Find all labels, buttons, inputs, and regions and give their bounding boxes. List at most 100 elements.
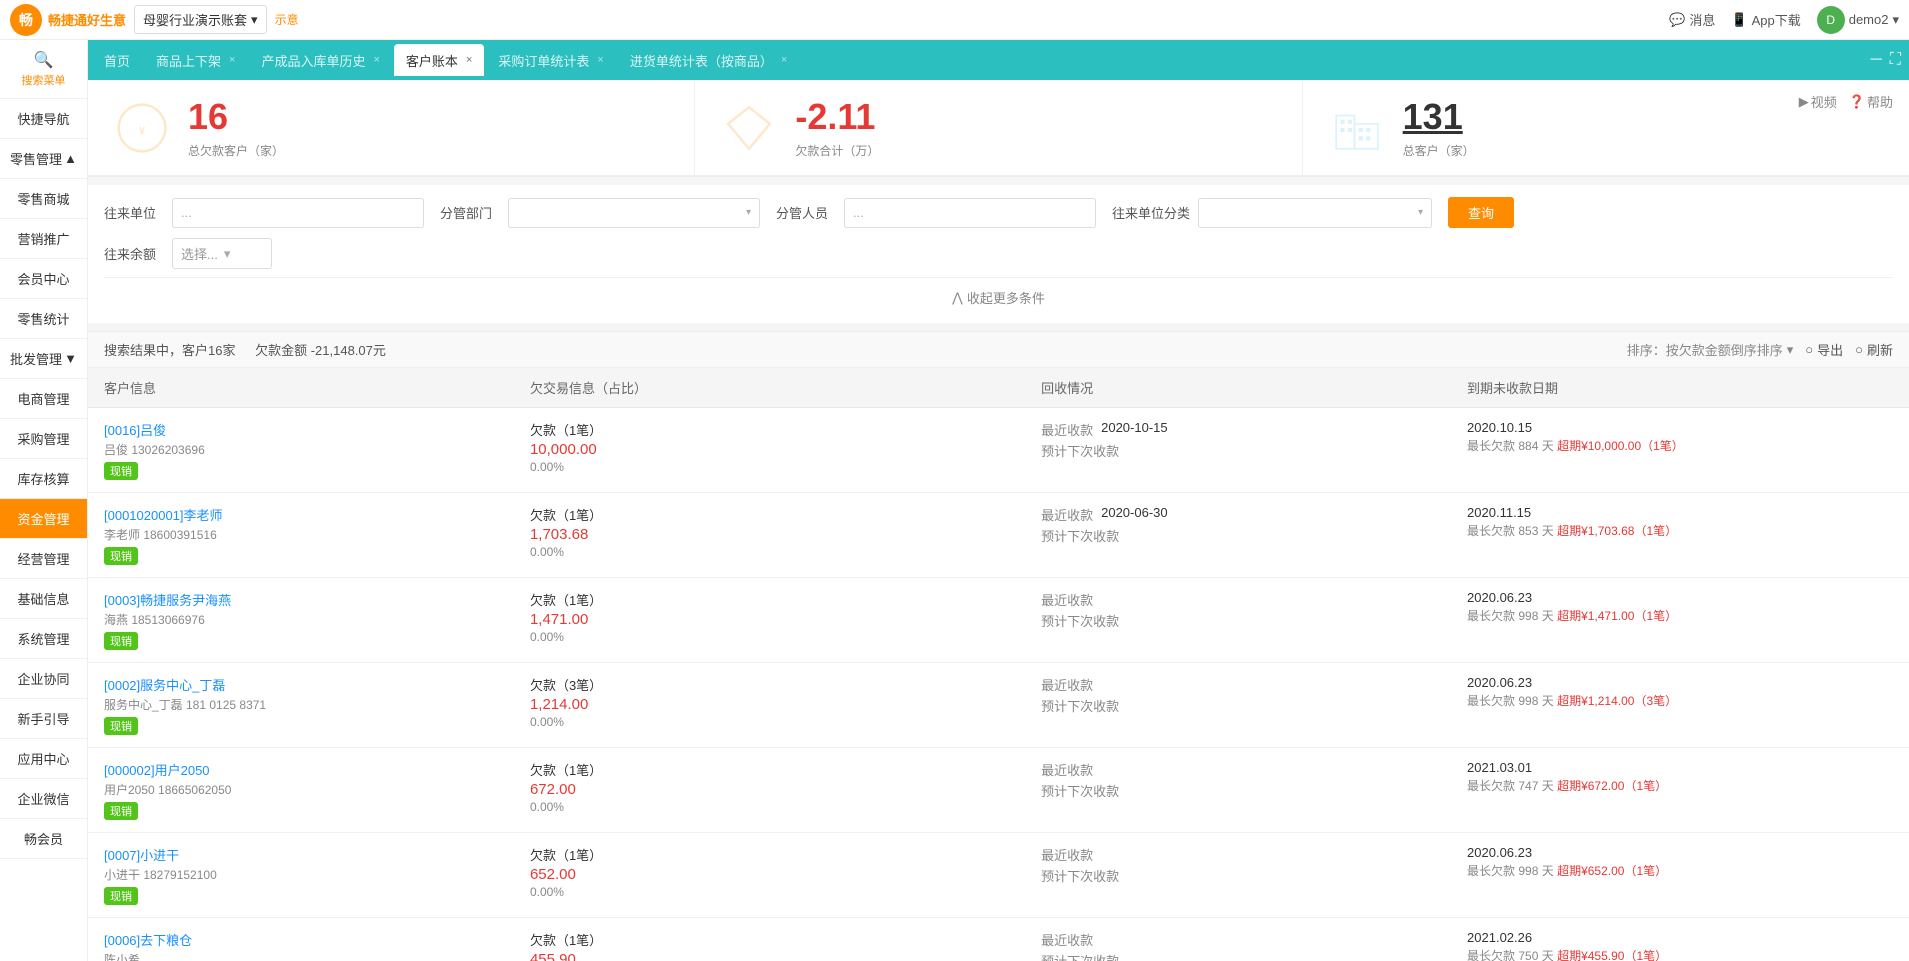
sidebar-item-enterprise-wechat[interactable]: 企业微信 xyxy=(0,779,87,819)
debt-info-0: 欠款（1笔） 10,000.00 0.00% xyxy=(530,420,1041,474)
overdue-amount-2[interactable]: 超期¥1,471.00（1笔） xyxy=(1557,609,1677,623)
play-icon: ▶ xyxy=(1799,94,1809,110)
unit-category-filter: 往来单位分类 ▾ xyxy=(1112,198,1432,228)
tab-customer-account[interactable]: 客户账本 × xyxy=(394,44,484,76)
table-row: [0006]去下粮仓 陈小希 现销 欠款（1笔） 455.90 0.00% 最近… xyxy=(88,918,1909,961)
results-summary: 搜索结果中，客户16家 欠款金额 -21,148.07元 排序：按欠款金额倒序排… xyxy=(88,331,1909,368)
customer-name-1[interactable]: [0001020001]李老师 xyxy=(104,505,530,524)
sort-select[interactable]: 排序：按欠款金额倒序排序 ▾ xyxy=(1627,340,1794,359)
sidebar-item-quick-nav[interactable]: 快捷导航 xyxy=(0,99,87,139)
source-unit-input[interactable]: ... xyxy=(172,198,424,228)
overdue-info-1: 2020.11.15 最长欠款 853 天 超期¥1,703.68（1笔） xyxy=(1467,505,1893,539)
recovery-last-4: 最近收款 xyxy=(1041,760,1467,779)
building-icon xyxy=(1327,98,1387,158)
debt-percent-1: 0.00% xyxy=(530,545,1041,559)
debt-info-6: 欠款（1笔） 455.90 0.00% xyxy=(530,930,1041,961)
sidebar-item-new-guide[interactable]: 新手引导 xyxy=(0,699,87,739)
app-download-button[interactable]: 📱 App下载 xyxy=(1731,10,1800,29)
tab-product-shelf[interactable]: 商品上下架 × xyxy=(144,44,247,76)
help-btn[interactable]: ❓ 帮助 xyxy=(1849,92,1893,111)
collapse-btn[interactable]: ⋀ 收起更多条件 xyxy=(104,284,1893,311)
unit-category-label: 往来单位分类 xyxy=(1112,203,1190,222)
overdue-amount-3[interactable]: 超期¥1,214.00（3笔） xyxy=(1557,694,1677,708)
ecommerce-label: 电商管理 xyxy=(17,392,69,407)
sidebar-item-app-center[interactable]: 应用中心 xyxy=(0,739,87,779)
unit-category-select[interactable]: ▾ xyxy=(1198,198,1432,228)
customer-name-4[interactable]: [000002]用户2050 xyxy=(104,760,530,779)
export-icon: ○ xyxy=(1805,342,1813,357)
unit-category-chevron: ▾ xyxy=(1418,207,1423,218)
sidebar: 🔍 搜索菜单 快捷导航 零售管理 ▲ 零售商城 营销推广 会员中心 xyxy=(0,40,88,961)
overdue-info-0: 2020.10.15 最长欠款 884 天 超期¥10,000.00（1笔） xyxy=(1467,420,1893,454)
manager-input[interactable]: ... xyxy=(844,198,1096,228)
video-btn[interactable]: ▶ 视频 xyxy=(1799,92,1837,111)
sidebar-item-retail-stats[interactable]: 零售统计 xyxy=(0,299,87,339)
sidebar-item-ecommerce[interactable]: 电商管理 xyxy=(0,379,87,419)
user-menu[interactable]: D demo2 ▾ xyxy=(1817,6,1899,34)
department-select[interactable]: ▾ xyxy=(508,198,760,228)
export-button[interactable]: ○ 导出 xyxy=(1805,340,1843,359)
message-button[interactable]: 💬 消息 xyxy=(1669,10,1715,29)
marketing-label: 营销推广 xyxy=(17,232,69,247)
video-label: 视频 xyxy=(1811,92,1837,111)
customer-name-6[interactable]: [0006]去下粮仓 xyxy=(104,930,530,949)
customer-name-2[interactable]: [0003]畅捷服务尹海燕 xyxy=(104,590,530,609)
vip-label: 畅会员 xyxy=(24,832,63,847)
table-row: [0002]服务中心_丁磊 服务中心_丁磊 181 0125 8371 现销 欠… xyxy=(88,663,1909,748)
sidebar-item-enterprise[interactable]: 企业协同 xyxy=(0,659,87,699)
sidebar-item-inventory[interactable]: 库存核算 xyxy=(0,459,87,499)
top-bar-left: 畅 畅捷通好生意 母婴行业演示账套 ▾ 示意 xyxy=(10,4,299,36)
tab-purchase-order-close[interactable]: × xyxy=(597,54,603,66)
tab-production-history[interactable]: 产成品入库单历史 × xyxy=(249,44,391,76)
sidebar-item-basic-info[interactable]: 基础信息 xyxy=(0,579,87,619)
refresh-button[interactable]: ○ 刷新 xyxy=(1855,340,1893,359)
sidebar-item-retail-mgmt[interactable]: 零售管理 ▲ xyxy=(0,139,87,179)
tab-maximize-btn[interactable]: ⛶ xyxy=(1890,51,1901,69)
sidebar-item-finance[interactable]: 资金管理 xyxy=(0,499,87,539)
customer-name-0[interactable]: [0016]吕俊 xyxy=(104,420,530,439)
export-label: 导出 xyxy=(1817,340,1843,359)
recovery-last-2: 最近收款 xyxy=(1041,590,1467,609)
tab-purchase-order[interactable]: 采购订单统计表 × xyxy=(486,44,615,76)
sidebar-item-retail-mall[interactable]: 零售商城 xyxy=(0,179,87,219)
sidebar-item-member[interactable]: 会员中心 xyxy=(0,259,87,299)
overdue-amount-5[interactable]: 超期¥652.00（1笔） xyxy=(1557,864,1667,878)
overdue-date-2: 2020.06.23 xyxy=(1467,590,1893,605)
tab-customer-account-close[interactable]: × xyxy=(466,54,472,66)
debt-percent-0: 0.00% xyxy=(530,460,1041,474)
customer-name-3[interactable]: [0002]服务中心_丁磊 xyxy=(104,675,530,694)
batch-mgmt-label: 批发管理 xyxy=(10,349,62,368)
overdue-amount-6[interactable]: 超期¥455.90（1笔） xyxy=(1557,949,1667,961)
quick-nav-label: 快捷导航 xyxy=(4,109,83,128)
tab-production-history-close[interactable]: × xyxy=(373,54,379,66)
tab-home[interactable]: 首页 xyxy=(92,44,142,76)
customer-badge-0: 现销 xyxy=(104,462,138,480)
balance-select[interactable]: 选择... ▾ xyxy=(172,238,272,269)
overdue-amount-1[interactable]: 超期¥1,703.68（1笔） xyxy=(1557,524,1677,538)
sidebar-item-operations[interactable]: 经营管理 xyxy=(0,539,87,579)
overdue-amount-0[interactable]: 超期¥10,000.00（1笔） xyxy=(1557,439,1684,453)
sidebar-item-vip[interactable]: 畅会员 xyxy=(0,819,87,859)
tab-incoming-stats[interactable]: 进货单统计表（按商品） × xyxy=(618,44,799,76)
tab-incoming-stats-close[interactable]: × xyxy=(781,54,787,66)
customer-badge-1: 现销 xyxy=(104,547,138,565)
tab-product-shelf-close[interactable]: × xyxy=(229,54,235,66)
overdue-days-3: 最长欠款 998 天 超期¥1,214.00（3笔） xyxy=(1467,692,1893,709)
sidebar-item-purchase[interactable]: 采购管理 xyxy=(0,419,87,459)
sidebar-item-batch-mgmt[interactable]: 批发管理 ▼ xyxy=(0,339,87,379)
recovery-info-5: 最近收款 预计下次收款 xyxy=(1041,845,1467,887)
overdue-info-5: 2020.06.23 最长欠款 998 天 超期¥652.00（1笔） xyxy=(1467,845,1893,879)
sidebar-item-marketing[interactable]: 营销推广 xyxy=(0,219,87,259)
overdue-amount-4[interactable]: 超期¥672.00（1笔） xyxy=(1557,779,1667,793)
sidebar-item-system[interactable]: 系统管理 xyxy=(0,619,87,659)
search-button[interactable]: 查询 xyxy=(1448,197,1514,228)
tab-minimize-btn[interactable]: ─ xyxy=(1870,51,1881,69)
customer-name-5[interactable]: [0007]小进干 xyxy=(104,845,530,864)
balance-placeholder: 选择... xyxy=(181,244,218,263)
sidebar-search[interactable]: 🔍 搜索菜单 xyxy=(0,40,87,99)
customer-badge-2: 现销 xyxy=(104,632,138,650)
batch-mgmt-arrow: ▼ xyxy=(64,351,77,366)
store-select[interactable]: 母婴行业演示账套 ▾ xyxy=(134,5,267,34)
department-chevron: ▾ xyxy=(746,207,751,218)
debt-info-4: 欠款（1笔） 672.00 0.00% xyxy=(530,760,1041,814)
